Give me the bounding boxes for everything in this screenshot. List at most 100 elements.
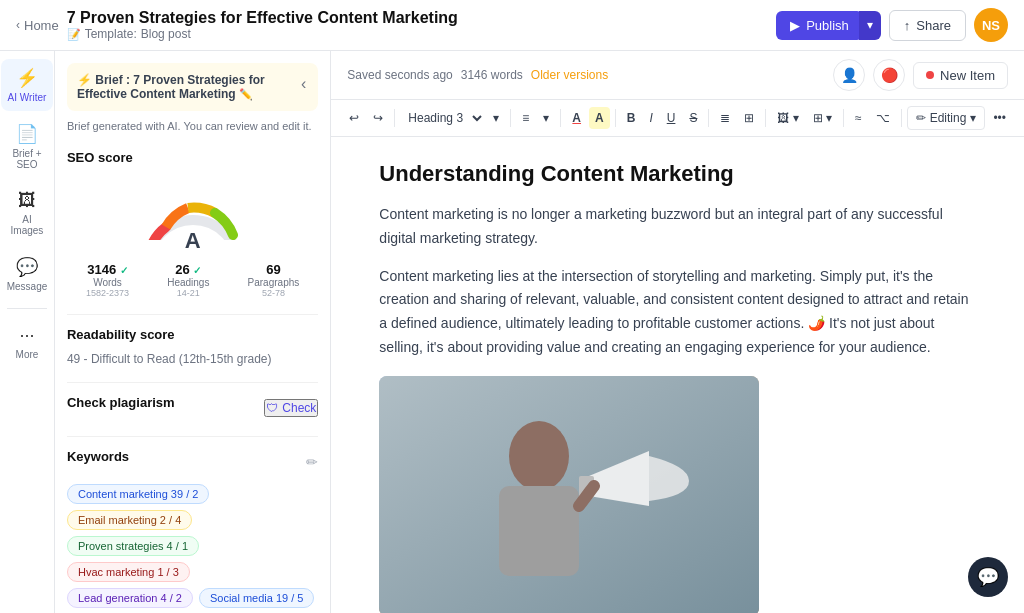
keyword-tag-proven-strategies[interactable]: Proven strategies 4 / 1	[67, 536, 199, 556]
avatar[interactable]: NS	[974, 8, 1008, 42]
word-count: 3146 words	[461, 68, 523, 82]
editor-panel: Saved seconds ago 3146 words Older versi…	[331, 51, 1024, 613]
stat-headings: 26 ✓ Headings 14-21	[167, 262, 209, 298]
gauge-svg	[133, 175, 253, 240]
main-layout: ⚡ AI Writer 📄 Brief + SEO 🖼 AI Images 💬 …	[0, 51, 1024, 613]
ai-writer-icon: ⚡	[16, 67, 38, 89]
brief-description: Brief generated with AI. You can review …	[67, 119, 318, 134]
keyword-tag-content-marketing[interactable]: Content marketing 39 / 2	[67, 484, 209, 504]
bold-button[interactable]: B	[621, 107, 642, 129]
gauge-container: A	[67, 175, 318, 254]
list-button[interactable]: ≣	[714, 107, 736, 129]
sidebar-item-more[interactable]: ··· More	[1, 317, 53, 368]
publish-group: ▶ Publish ▾	[776, 11, 881, 40]
doc-title: 7 Proven Strategies for Effective Conten…	[67, 9, 458, 27]
editing-dropdown-button[interactable]: ✏ Editing ▾	[907, 106, 986, 130]
align-button[interactable]: ≡	[516, 107, 535, 129]
message-icon: 💬	[16, 256, 38, 278]
image-person	[379, 376, 759, 613]
refresh-icon-button[interactable]: 🔴	[873, 59, 905, 91]
publish-label: Publish	[806, 18, 849, 33]
special-char-button[interactable]: ≈	[849, 107, 868, 129]
check-shield-icon: 🛡	[266, 401, 278, 415]
seo-stats: 3146 ✓ Words 1582-2373 26 ✓ Headings 14-…	[67, 262, 318, 298]
header-left: ‹ Home 7 Proven Strategies for Effective…	[16, 9, 458, 41]
saved-status: Saved seconds ago	[347, 68, 452, 82]
toolbar-sep-2	[510, 109, 511, 127]
keywords-edit-icon[interactable]: ✏	[306, 454, 318, 470]
content-p2: Content marketing lies at the intersecti…	[379, 265, 976, 360]
collapse-button[interactable]: ‹	[299, 73, 308, 95]
older-versions-link[interactable]: Older versions	[531, 68, 608, 82]
back-button[interactable]: ‹ Home	[16, 18, 59, 33]
toolbar-sep-7	[843, 109, 844, 127]
table-button[interactable]: ⊞ ▾	[807, 107, 838, 129]
content-image	[379, 376, 759, 613]
keyword-tag-email-marketing[interactable]: Email marketing 2 / 4	[67, 510, 192, 530]
toolbar-sep-8	[901, 109, 902, 127]
editor-toolbar: ↩ ↪ Heading 3 Heading 1 Heading 2 Headin…	[331, 100, 1024, 137]
sidebar-item-ai-writer[interactable]: ⚡ AI Writer	[1, 59, 53, 111]
font-color-button[interactable]: A	[566, 107, 587, 129]
readability-score: 49 - Difficult to Read (12th-15th grade)	[67, 352, 318, 366]
check-plagiarism-button[interactable]: 🛡 Check	[264, 399, 318, 417]
sidebar-item-ai-images[interactable]: 🖼 AI Images	[1, 182, 53, 244]
editing-pencil-icon: ✏	[916, 111, 926, 125]
share-icon: ↑	[904, 18, 911, 33]
header-right: ▶ Publish ▾ ↑ Share NS	[776, 8, 1008, 42]
highlight-button[interactable]: A	[589, 107, 610, 129]
users-icon-button[interactable]: 👤	[833, 59, 865, 91]
middle-panel: ⚡ Brief : 7 Proven Strategies for Effect…	[55, 51, 331, 613]
editing-caret-icon: ▾	[970, 111, 976, 125]
plagiarism-section: Check plagiarism 🛡 Check	[67, 382, 318, 420]
editing-label: Editing	[930, 111, 967, 125]
ai-images-icon: 🖼	[18, 190, 36, 211]
sidebar-label-message: Message	[7, 281, 48, 292]
back-arrow-icon: ‹	[16, 18, 20, 32]
svg-rect-2	[499, 486, 579, 576]
code-button[interactable]: ⌥	[870, 107, 896, 129]
content-h2: Understanding Content Marketing	[379, 161, 976, 187]
more-icon: ···	[19, 325, 34, 346]
template-icon: 📝	[67, 28, 81, 41]
sidebar-label-ai-images: AI Images	[7, 214, 47, 236]
sidebar-label-brief-seo: Brief + SEO	[7, 148, 47, 170]
list2-button[interactable]: ⊞	[738, 107, 760, 129]
new-item-button[interactable]: New Item	[913, 62, 1008, 89]
top-header: ‹ Home 7 Proven Strategies for Effective…	[0, 0, 1024, 51]
undo-button[interactable]: ↩	[343, 107, 365, 129]
chat-bubble-button[interactable]: 💬	[968, 557, 1008, 597]
more-options-button[interactable]: •••	[987, 107, 1012, 129]
publish-button[interactable]: ▶ Publish	[776, 11, 863, 40]
title-block: 7 Proven Strategies for Effective Conten…	[67, 9, 458, 41]
strikethrough-button[interactable]: S	[683, 107, 703, 129]
redo-button[interactable]: ↪	[367, 107, 389, 129]
heading-caret-button[interactable]: ▾	[487, 107, 505, 129]
doc-template: 📝 Template: Blog post	[67, 27, 458, 41]
left-sidebar: ⚡ AI Writer 📄 Brief + SEO 🖼 AI Images 💬 …	[0, 51, 55, 613]
toolbar-sep-5	[708, 109, 709, 127]
sidebar-divider	[7, 308, 47, 309]
keyword-tag-lead-generation[interactable]: Lead generation 4 / 2	[67, 588, 193, 608]
gauge-wrapper	[133, 175, 253, 240]
image-button[interactable]: 🖼 ▾	[771, 107, 804, 129]
stat-words-range: 1582-2373	[86, 288, 129, 298]
align-caret-button[interactable]: ▾	[537, 107, 555, 129]
keywords-header: Keywords ✏	[67, 449, 318, 474]
keywords-section: Keywords ✏ Content marketing 39 / 2 Emai…	[67, 436, 318, 613]
editor-topbar: Saved seconds ago 3146 words Older versi…	[331, 51, 1024, 100]
stat-headings-value: 26 ✓	[167, 262, 209, 277]
heading-select[interactable]: Heading 3 Heading 1 Heading 2 Heading 4 …	[400, 106, 485, 130]
italic-button[interactable]: I	[643, 107, 658, 129]
underline-button[interactable]: U	[661, 107, 682, 129]
editor-content[interactable]: Understanding Content Marketing Content …	[331, 137, 1024, 613]
keyword-tag-social-media[interactable]: Social media 19 / 5	[199, 588, 315, 608]
publish-caret-button[interactable]: ▾	[859, 11, 881, 40]
brief-edit-icon[interactable]: ✏️	[239, 88, 253, 100]
keyword-tag-hvac-marketing[interactable]: Hvac marketing 1 / 3	[67, 562, 190, 582]
share-button[interactable]: ↑ Share	[889, 10, 966, 41]
sidebar-item-brief-seo[interactable]: 📄 Brief + SEO	[1, 115, 53, 178]
sidebar-item-message[interactable]: 💬 Message	[1, 248, 53, 300]
template-label: Template:	[85, 27, 137, 41]
sidebar-label-more: More	[16, 349, 39, 360]
